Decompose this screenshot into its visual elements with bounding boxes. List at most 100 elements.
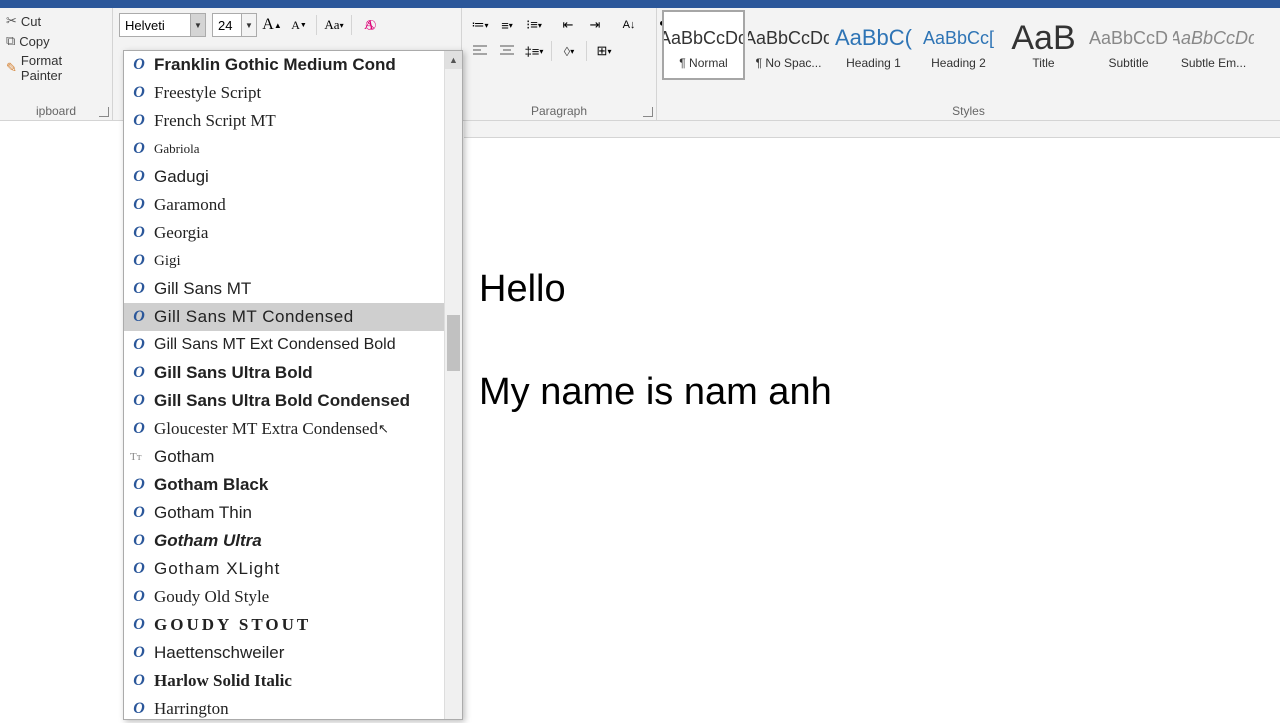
font-name-label: Haettenschweiler xyxy=(154,643,284,663)
cut-button[interactable]: ✂ Cut xyxy=(0,11,112,31)
opentype-icon: O xyxy=(130,280,148,298)
font-option-georgia[interactable]: OGeorgia xyxy=(124,219,462,247)
bullets-button[interactable]: ≔▾ xyxy=(468,13,492,37)
scrollbar[interactable]: ▲ xyxy=(444,51,462,719)
increase-indent-button[interactable]: ⇥ xyxy=(583,13,607,37)
style-preview: AaBbCcDd xyxy=(748,20,829,56)
font-name-label: Gotham xyxy=(154,447,214,467)
font-option-gill-sans-mt-condensed[interactable]: O Gill Sans MT Condensed xyxy=(124,303,462,331)
font-dropdown-list[interactable]: O Franklin Gothic Medium Cond OFreestyle S… xyxy=(123,50,463,720)
opentype-icon: O xyxy=(130,644,148,662)
size-dropdown-button[interactable]: ▼ xyxy=(241,14,256,36)
format-painter-label: Format Painter xyxy=(21,53,106,83)
clipboard-launcher-icon[interactable] xyxy=(99,107,109,117)
font-option-goudy-old-style[interactable]: OGoudy Old Style xyxy=(124,583,462,611)
multilevel-list-button[interactable]: ⁝≡▾ xyxy=(522,13,546,37)
line-spacing-button[interactable]: ‡≡▾ xyxy=(522,39,546,63)
font-option-gadugi[interactable]: OGadugi xyxy=(124,163,462,191)
font-size-input[interactable] xyxy=(213,14,241,36)
cut-label: Cut xyxy=(21,14,41,29)
align-center-button[interactable] xyxy=(495,39,519,63)
grow-font-button[interactable]: A▲ xyxy=(260,13,284,37)
brush-icon: ✎ xyxy=(6,60,17,76)
font-size-combo[interactable]: ▼ xyxy=(212,13,257,37)
scroll-thumb[interactable] xyxy=(447,315,460,371)
document-line[interactable]: My name is nam anh xyxy=(464,371,1280,414)
font-option-franklin-gothic-medium-cond[interactable]: O Franklin Gothic Medium Cond xyxy=(124,51,462,79)
font-option-gill-sans-ultra-bold-condensed[interactable]: OGill Sans Ultra Bold Condensed xyxy=(124,387,462,415)
style-heading-2[interactable]: AaBbCc[Heading 2 xyxy=(917,10,1000,80)
opentype-icon: O xyxy=(130,420,148,438)
font-option-gloucester-mt-extra-condensed[interactable]: OGloucester MT Extra Condensed ↖ xyxy=(124,415,462,443)
numbering-button[interactable]: ≡▾ xyxy=(495,13,519,37)
font-option-freestyle-script[interactable]: OFreestyle Script xyxy=(124,79,462,107)
style-preview: AaBbCcD xyxy=(1088,20,1169,56)
font-name-combo[interactable]: ▼ xyxy=(119,13,206,37)
opentype-icon: O xyxy=(130,308,148,326)
font-option-gotham-thin[interactable]: OGotham Thin xyxy=(124,499,462,527)
font-name-label: Franklin Gothic Medium Cond xyxy=(154,55,396,75)
style---no-spac---[interactable]: AaBbCcDd¶ No Spac... xyxy=(747,10,830,80)
font-option-gotham-black[interactable]: OGotham Black xyxy=(124,471,462,499)
style-name-label: Title xyxy=(1003,56,1084,70)
font-name-label: Gill Sans MT xyxy=(154,279,251,299)
font-option-gotham[interactable]: ƬᴛGotham xyxy=(124,443,462,471)
font-name-label: Gotham Ultra xyxy=(154,531,262,551)
document-area[interactable]: Hello My name is nam anh xyxy=(464,138,1280,720)
style-title[interactable]: AaBTitle xyxy=(1002,10,1085,80)
font-name-input[interactable] xyxy=(120,14,190,36)
font-name-label: Goudy Old Style xyxy=(154,587,269,607)
font-option-harlow-solid-italic[interactable]: O Harlow Solid Italic xyxy=(124,667,462,695)
style-heading-1[interactable]: AaBbC(Heading 1 xyxy=(832,10,915,80)
clear-formatting-button[interactable]: A⃠ xyxy=(357,13,381,37)
font-name-label: Gotham XLight xyxy=(154,559,280,579)
font-option-french-script-mt[interactable]: OFrench Script MT xyxy=(124,107,462,135)
decrease-indent-button[interactable]: ⇤ xyxy=(556,13,580,37)
opentype-icon: O xyxy=(130,672,148,690)
document-line[interactable]: Hello xyxy=(464,268,1280,311)
font-option-garamond[interactable]: OGaramond xyxy=(124,191,462,219)
font-option-gigi[interactable]: OGigi xyxy=(124,247,462,275)
opentype-icon: O xyxy=(130,56,148,74)
font-option-harrington[interactable]: OHarrington xyxy=(124,695,462,723)
style-subtitle[interactable]: AaBbCcDSubtitle xyxy=(1087,10,1170,80)
font-name-label: Georgia xyxy=(154,223,208,243)
style-name-label: Subtitle xyxy=(1088,56,1169,70)
font-option-gabriola[interactable]: OGabriola xyxy=(124,135,462,163)
opentype-icon: O xyxy=(130,700,148,718)
font-option-haettenschweiler[interactable]: O Haettenschweiler xyxy=(124,639,462,667)
font-name-label: Gigi xyxy=(154,253,181,270)
scroll-up-icon[interactable]: ▲ xyxy=(445,51,462,69)
format-painter-button[interactable]: ✎ Format Painter xyxy=(0,51,112,85)
clipboard-group: ✂ Cut ⧉ Copy ✎ Format Painter ipboard xyxy=(0,8,112,120)
opentype-icon: O xyxy=(130,140,148,158)
style-subtle-em---[interactable]: AaBbCcDdSubtle Em... xyxy=(1172,10,1255,80)
font-name-label: Harlow Solid Italic xyxy=(154,671,292,691)
style-preview: AaBbCcDd xyxy=(1173,20,1254,56)
opentype-icon: O xyxy=(130,336,148,354)
title-bar xyxy=(0,0,1280,8)
borders-button[interactable]: ⊞▾ xyxy=(592,39,616,63)
font-option-gill-sans-mt[interactable]: O Gill Sans MT xyxy=(124,275,462,303)
change-case-button[interactable]: Aa▾ xyxy=(322,13,346,37)
opentype-icon: O xyxy=(130,560,148,578)
shrink-font-button[interactable]: A▼ xyxy=(287,13,311,37)
sort-button[interactable]: A↓ xyxy=(617,13,641,37)
copy-button[interactable]: ⧉ Copy xyxy=(0,31,112,51)
font-option-gotham-ultra[interactable]: O Gotham Ultra xyxy=(124,527,462,555)
align-left-button[interactable] xyxy=(468,39,492,63)
font-option-gill-sans-ultra-bold[interactable]: OGill Sans Ultra Bold xyxy=(124,359,462,387)
font-name-label: Gloucester MT Extra Condensed xyxy=(154,419,378,439)
opentype-icon: O xyxy=(130,532,148,550)
shading-button[interactable]: ◊▾ xyxy=(557,39,581,63)
font-option-gotham-xlight[interactable]: O Gotham XLight xyxy=(124,555,462,583)
font-option-goudy-stout[interactable]: OGOUDY STOUT xyxy=(124,611,462,639)
separator xyxy=(351,15,352,35)
style-preview: AaBbC( xyxy=(833,20,914,56)
font-name-label: Gill Sans MT Condensed xyxy=(154,307,354,327)
style---normal[interactable]: AaBbCcDd¶ Normal xyxy=(662,10,745,80)
font-option-gill-sans-mt-ext-condensed-bold[interactable]: OGill Sans MT Ext Condensed Bold xyxy=(124,331,462,359)
paragraph-launcher-icon[interactable] xyxy=(643,107,653,117)
font-dropdown-button[interactable]: ▼ xyxy=(190,14,205,36)
ruler[interactable] xyxy=(464,121,1280,138)
